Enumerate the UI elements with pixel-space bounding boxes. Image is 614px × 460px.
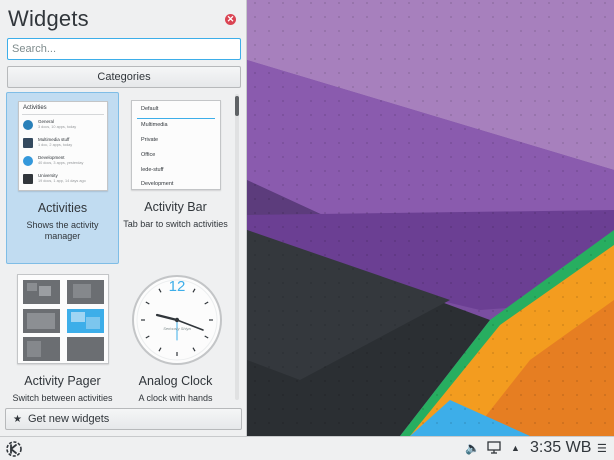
widget-name: Analog Clock	[138, 374, 213, 388]
widget-description: Tab bar to switch activities	[123, 219, 228, 229]
tray-arrow-icon[interactable]: ▲	[511, 443, 520, 453]
display-icon[interactable]	[487, 441, 501, 457]
scrollbar-track[interactable]	[235, 94, 239, 400]
panel-title: Widgets	[8, 6, 89, 31]
widget-description: A clock with hands	[138, 393, 213, 403]
clock-caption: Seriously Shiya	[163, 326, 191, 331]
widget-description: Shows the activity manager	[26, 220, 99, 241]
globe-icon	[23, 120, 33, 130]
multimedia-icon	[23, 138, 33, 148]
activity-bar-preview: Default Multimedia Private Office lede-s…	[131, 100, 221, 190]
widget-name: Activity Pager	[24, 374, 101, 388]
widgets-panel: Widgets ✕ Categories Activities General …	[0, 0, 247, 436]
widget-description: Switch between activities	[12, 393, 113, 403]
scrollbar-thumb[interactable]	[235, 96, 239, 116]
analog-clock-preview: 12 Seriously Shiya	[131, 274, 223, 366]
widget-activity-bar[interactable]: Default Multimedia Private Office lede-s…	[119, 92, 232, 264]
star-icon: ★	[13, 414, 22, 425]
close-icon[interactable]: ✕	[225, 14, 236, 25]
activities-preview: Activities General 3 docs, 10 apps, toda…	[18, 101, 108, 191]
widget-activities[interactable]: Activities General 3 docs, 10 apps, toda…	[6, 92, 119, 264]
menu-icon[interactable]: ☰	[597, 442, 607, 455]
get-new-widgets-label: Get new widgets	[27, 413, 110, 425]
preview-header: Activities	[23, 105, 47, 111]
widget-name: Activity Bar	[144, 200, 207, 214]
categories-button[interactable]: Categories	[7, 66, 241, 88]
development-icon	[23, 156, 33, 166]
clock-numeral: 12	[168, 278, 186, 295]
search-input[interactable]	[7, 38, 241, 60]
get-new-widgets-button[interactable]: ★ Get new widgets	[5, 408, 242, 430]
widget-name: Activities	[37, 201, 88, 215]
university-icon	[23, 174, 33, 184]
clock[interactable]: 3:35 WB	[530, 439, 591, 457]
pager-grid-icon	[23, 280, 104, 361]
taskbar: 🔈 ▲ 3:35 WB ☰	[0, 436, 614, 460]
kde-icon[interactable]	[5, 440, 23, 458]
volume-icon[interactable]: 🔈	[465, 441, 480, 455]
activity-pager-preview	[17, 274, 109, 364]
